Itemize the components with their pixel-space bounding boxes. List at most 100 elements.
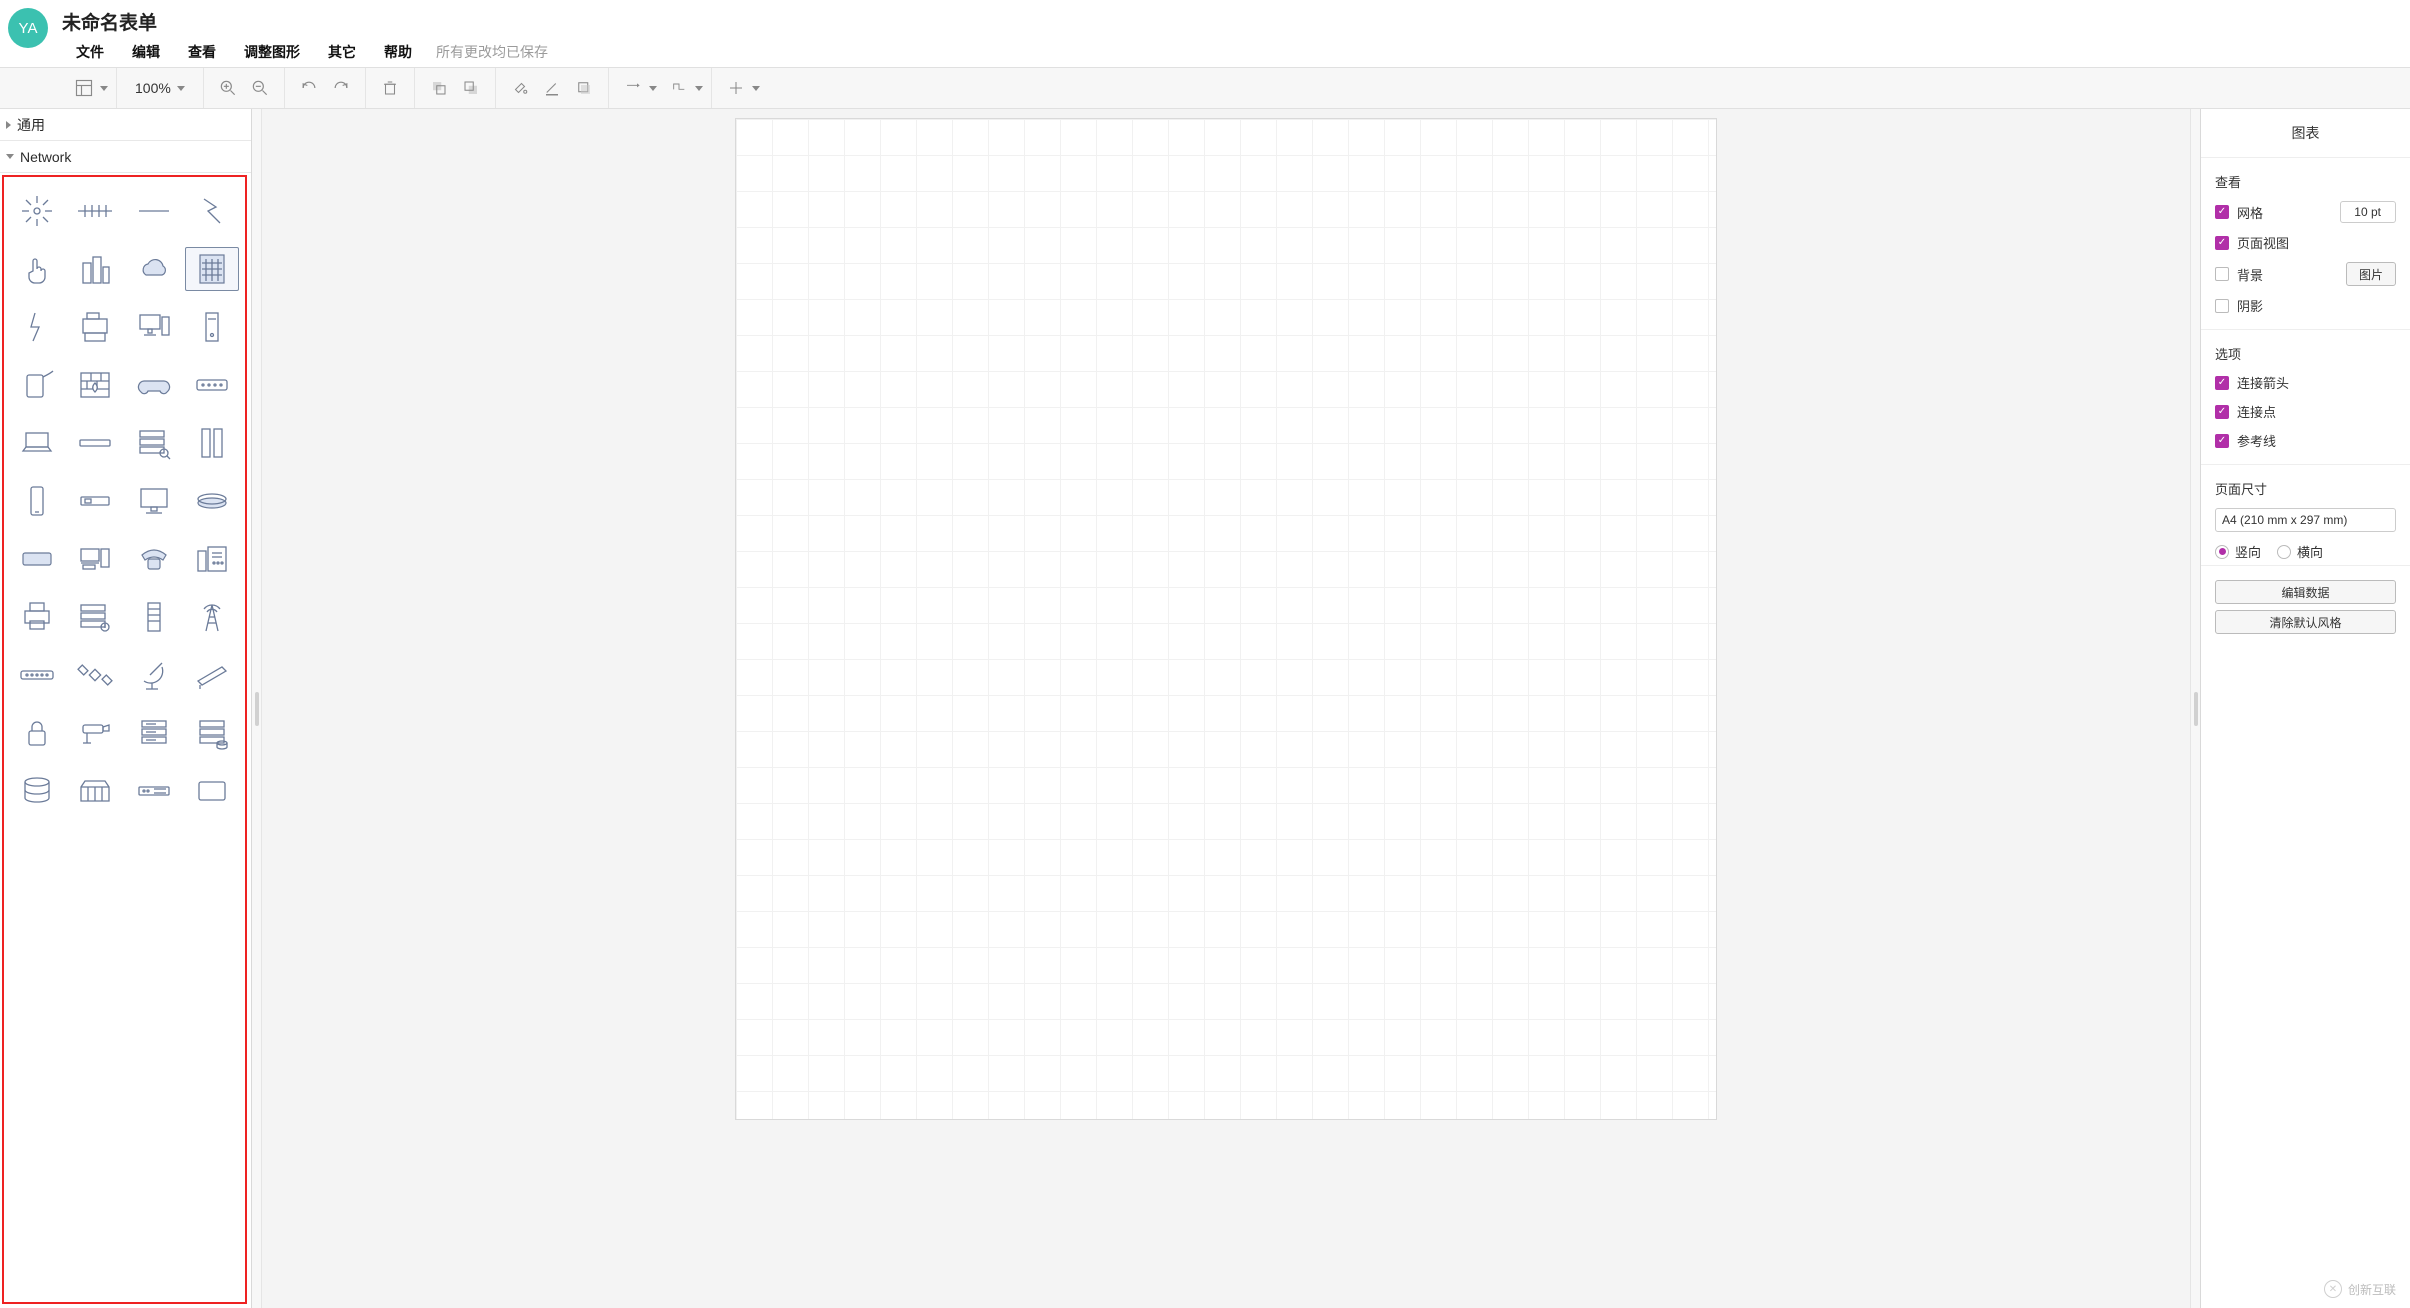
bolt-icon[interactable] (10, 305, 64, 349)
fill-color-icon[interactable] (504, 73, 536, 103)
server-stack-alert-icon[interactable] (68, 595, 122, 639)
menu-shape[interactable]: 调整图形 (230, 38, 314, 66)
zoom-out-icon[interactable] (244, 73, 276, 103)
copier-icon[interactable] (68, 305, 122, 349)
padlock-icon[interactable] (10, 711, 64, 755)
fax-machine-icon[interactable] (185, 537, 239, 581)
straight-line-icon[interactable] (127, 189, 181, 233)
menu-file[interactable]: 文件 (62, 38, 118, 66)
printer-icon[interactable] (10, 595, 64, 639)
scanner-icon[interactable] (185, 653, 239, 697)
splitter-left[interactable] (252, 109, 262, 1308)
flat-box-icon[interactable] (10, 537, 64, 581)
zoom-select[interactable]: 100% (125, 80, 195, 96)
rack-tower-icon[interactable] (127, 595, 181, 639)
lightning-icon[interactable] (185, 189, 239, 233)
send-back-icon[interactable] (455, 73, 487, 103)
cloud-icon[interactable] (127, 247, 181, 291)
satellite-icon[interactable] (68, 653, 122, 697)
line-color-icon[interactable] (536, 73, 568, 103)
document-title[interactable]: 未命名表单 (62, 4, 2402, 37)
touch-hand-icon[interactable] (10, 247, 64, 291)
grid-checkbox[interactable]: 网格 (2215, 203, 2263, 222)
blank-panel-icon[interactable] (185, 769, 239, 813)
server-lines-icon[interactable] (127, 711, 181, 755)
undo-icon[interactable] (293, 73, 325, 103)
avatar[interactable]: YA (8, 8, 48, 48)
format-panel-title: 图表 (2201, 109, 2410, 158)
delete-icon[interactable] (374, 73, 406, 103)
connector-elbow-icon[interactable] (663, 73, 695, 103)
patch-panel-icon[interactable] (10, 653, 64, 697)
conn-points-checkbox[interactable]: 连接点 (2215, 402, 2276, 421)
shadow-checkbox[interactable]: 阴影 (2215, 296, 2263, 315)
shadow-label: 阴影 (2237, 296, 2263, 315)
pagesize-select[interactable]: A4 (210 mm x 297 mm) (2215, 508, 2396, 532)
splitter-right[interactable] (2190, 109, 2200, 1308)
conn-straight-caret-icon[interactable] (649, 86, 657, 91)
grid-size-input[interactable]: 10 pt (2340, 201, 2396, 223)
canvas[interactable] (262, 109, 2190, 1308)
orientation-portrait[interactable]: 竖向 (2215, 542, 2261, 561)
menu-other[interactable]: 其它 (314, 38, 370, 66)
bus-line-icon[interactable] (68, 189, 122, 233)
guides-checkbox[interactable]: 参考线 (2215, 431, 2276, 450)
workstation-icon[interactable] (68, 537, 122, 581)
background-checkbox[interactable]: 背景 (2215, 265, 2263, 284)
server-db-icon[interactable] (185, 711, 239, 755)
rack-1u-icon[interactable] (127, 769, 181, 813)
connector-straight-icon[interactable] (617, 73, 649, 103)
bring-front-icon[interactable] (423, 73, 455, 103)
category-network-label: Network (20, 149, 71, 165)
zoom-in-icon[interactable] (212, 73, 244, 103)
category-general-label: 通用 (17, 115, 45, 135)
image-button[interactable]: 图片 (2346, 262, 2396, 286)
radio-tower-icon[interactable] (185, 595, 239, 639)
edit-data-button[interactable]: 编辑数据 (2215, 580, 2396, 604)
telephone-icon[interactable] (127, 537, 181, 581)
game-controller-icon[interactable] (127, 363, 181, 407)
database-cylinder-icon[interactable] (10, 769, 64, 813)
external-drive-icon[interactable] (10, 363, 64, 407)
switch-unit-icon[interactable] (185, 363, 239, 407)
flat-device-icon[interactable] (68, 479, 122, 523)
orientation-landscape[interactable]: 横向 (2277, 542, 2323, 561)
menu-help[interactable]: 帮助 (370, 38, 426, 66)
sun-burst-icon[interactable] (10, 189, 64, 233)
smartphone-icon[interactable] (10, 479, 64, 523)
firewall-icon[interactable] (68, 363, 122, 407)
redo-icon[interactable] (325, 73, 357, 103)
router-flat-icon[interactable] (185, 479, 239, 523)
server-stack-search-icon[interactable] (127, 421, 181, 465)
monitor-icon[interactable] (127, 479, 181, 523)
watermark-logo-icon: ✕ (2324, 1280, 2342, 1298)
background-label: 背景 (2237, 265, 2263, 284)
hub-device-icon[interactable] (68, 769, 122, 813)
menu-edit[interactable]: 编辑 (118, 38, 174, 66)
zoom-caret-icon (177, 86, 185, 91)
add-icon[interactable] (720, 73, 752, 103)
desktop-pc-icon[interactable] (127, 305, 181, 349)
city-buildings-icon[interactable] (68, 247, 122, 291)
office-building-icon[interactable] (185, 247, 239, 291)
conn-elbow-caret-icon[interactable] (695, 86, 703, 91)
thin-switch-icon[interactable] (68, 421, 122, 465)
clear-style-button[interactable]: 清除默认风格 (2215, 610, 2396, 634)
conn-arrows-label: 连接箭头 (2237, 373, 2289, 392)
tool-layout-icon[interactable] (68, 73, 100, 103)
conn-arrows-checkbox[interactable]: 连接箭头 (2215, 373, 2289, 392)
add-caret-icon[interactable] (752, 86, 760, 91)
category-network[interactable]: Network (0, 141, 251, 173)
menu-view[interactable]: 查看 (174, 38, 230, 66)
server-vertical-icon[interactable] (185, 421, 239, 465)
satellite-dish-icon[interactable] (127, 653, 181, 697)
category-general[interactable]: 通用 (0, 109, 251, 141)
laptop-icon[interactable] (10, 421, 64, 465)
shadow-icon[interactable] (568, 73, 600, 103)
cctv-camera-icon[interactable] (68, 711, 122, 755)
watermark: ✕ 创新互联 (2324, 1280, 2396, 1298)
tower-pc-icon[interactable] (185, 305, 239, 349)
canvas-page[interactable] (736, 119, 1716, 1119)
layout-caret-icon[interactable] (100, 86, 108, 91)
pageview-checkbox[interactable]: 页面视图 (2215, 233, 2289, 252)
